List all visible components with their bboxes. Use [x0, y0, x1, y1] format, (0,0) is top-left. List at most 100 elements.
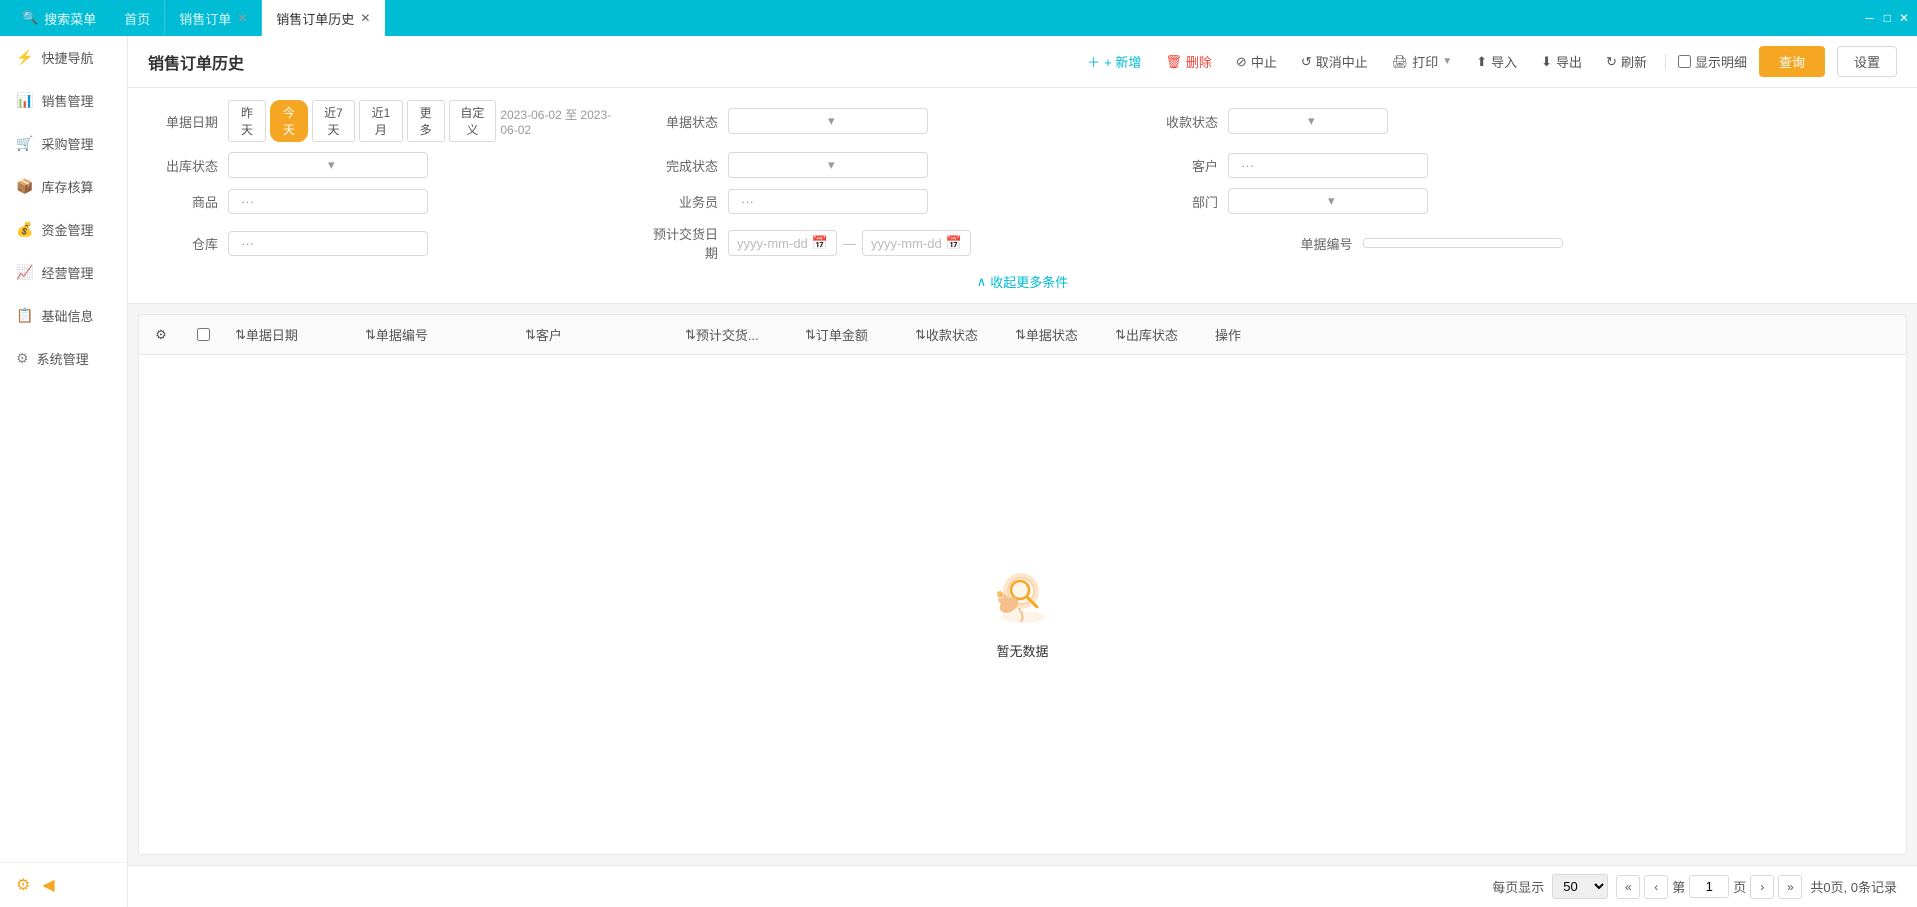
th-pay-status[interactable]: ⇅ 收款状态	[903, 325, 1003, 344]
sidebar-item-operations-label: 经营管理	[41, 263, 93, 282]
toolbar-separator	[1665, 54, 1666, 70]
add-button[interactable]: ＋ + 新增	[1081, 48, 1147, 75]
expected-date-to[interactable]: yyyy-mm-dd 📅	[862, 230, 971, 256]
expected-date-to-cal[interactable]: 📅	[946, 235, 962, 251]
close-sales-order-history-tab[interactable]: ✕	[360, 11, 370, 25]
search-menu[interactable]: 🔍 搜索菜单	[8, 0, 110, 36]
th-order-status[interactable]: ⇅ 单据状态	[1003, 325, 1103, 344]
sidebar-item-sales-mgmt[interactable]: 📊 销售管理	[0, 79, 127, 122]
sidebar-item-operations[interactable]: 📈 经营管理	[0, 251, 127, 294]
sidebar-item-finance-label: 资金管理	[41, 220, 93, 239]
date-btn-7days[interactable]: 近7天	[312, 100, 355, 142]
sidebar-item-purchase-mgmt[interactable]: 🛒 采购管理	[0, 122, 127, 165]
min-button[interactable]: －	[1864, 10, 1876, 27]
tab-home[interactable]: 首页	[110, 0, 165, 36]
goods-input[interactable]: ···	[228, 189, 428, 214]
sidebar-item-inventory[interactable]: 📦 库存核算	[0, 165, 127, 208]
customer-input[interactable]: ···	[1228, 153, 1428, 178]
print-button[interactable]: 🖨 打印 ▼	[1386, 48, 1458, 75]
page-size-select[interactable]: 50 10 20 100	[1552, 874, 1608, 899]
page-label-prefix: 第	[1672, 877, 1685, 896]
tab-sales-order-history[interactable]: 销售订单历史 ✕	[262, 0, 385, 36]
sidebar-item-finance[interactable]: 💰 资金管理	[0, 208, 127, 251]
add-label: + 新增	[1104, 52, 1141, 71]
query-button[interactable]: 查询	[1759, 46, 1825, 77]
sidebar-collapse-icon[interactable]: ◀	[42, 875, 54, 895]
salesperson-input[interactable]: ···	[728, 189, 928, 214]
display-details-check[interactable]: 显示明细	[1678, 52, 1747, 71]
filter-order-status-label: 单据状态	[648, 112, 728, 131]
search-menu-label: 搜索菜单	[44, 9, 96, 28]
goods-dots[interactable]: ···	[241, 194, 254, 209]
th-out-status[interactable]: ⇅ 出库状态	[1103, 325, 1203, 344]
filter-customer-label: 客户	[1148, 156, 1228, 175]
delete-button[interactable]: 🗑 删除	[1159, 48, 1218, 75]
out-status-select[interactable]: ▾	[228, 152, 428, 178]
import-label: 导入	[1491, 52, 1517, 71]
filter-out-status-label: 出库状态	[148, 156, 228, 175]
order-status-select[interactable]: ▾	[728, 108, 928, 134]
sort-icon-out-status: ⇅	[1115, 327, 1126, 343]
date-btn-today[interactable]: 今天	[270, 100, 308, 142]
filter-department-control: ▾	[1228, 188, 1897, 214]
sidebar-settings-icon[interactable]: ⚙	[16, 875, 30, 895]
order-no-input[interactable]	[1363, 238, 1563, 248]
sidebar-item-system[interactable]: ⚙ 系统管理	[0, 337, 127, 380]
th-date[interactable]: ⇅ 单据日期	[223, 325, 353, 344]
th-order[interactable]: ⇅ 单据编号	[353, 325, 513, 344]
next-page-button[interactable]: ›	[1750, 875, 1774, 899]
close-sales-order-tab[interactable]: ✕	[237, 11, 247, 25]
th-customer[interactable]: ⇅ 客户	[513, 325, 673, 344]
expected-date-from[interactable]: yyyy-mm-dd 📅	[728, 230, 837, 256]
warehouse-dots[interactable]: ···	[241, 236, 254, 251]
first-page-button[interactable]: «	[1616, 875, 1640, 899]
filter-warehouse-control: ···	[228, 231, 628, 256]
customer-dots[interactable]: ···	[1241, 158, 1254, 173]
max-button[interactable]: □	[1884, 11, 1891, 25]
expected-date-to-value: yyyy-mm-dd	[871, 236, 942, 251]
import-button[interactable]: ⬆ 导入	[1470, 48, 1523, 75]
department-select[interactable]: ▾	[1228, 188, 1428, 214]
empty-state: 暂无数据	[139, 355, 1906, 854]
close-button[interactable]: ✕	[1899, 11, 1909, 25]
display-details-checkbox[interactable]	[1678, 55, 1691, 68]
settings-button[interactable]: 设置	[1837, 46, 1897, 77]
print-dropdown-icon: ▼	[1442, 56, 1452, 67]
date-btn-yesterday[interactable]: 昨天	[228, 100, 266, 142]
stop-button[interactable]: ⊘ 中止	[1230, 48, 1283, 75]
date-buttons-group: 昨天 今天 近7天 近1月 更多 自定义	[228, 100, 496, 142]
th-delivery[interactable]: ⇅ 预计交货...	[673, 325, 793, 344]
expected-date-from-cal[interactable]: 📅	[812, 235, 828, 251]
select-all-checkbox[interactable]	[197, 328, 210, 341]
sidebar-item-quick-nav[interactable]: ⚡ 快捷导航	[0, 36, 127, 79]
settings-icon[interactable]: ⚙	[155, 327, 167, 343]
delete-icon: 🗑	[1165, 54, 1182, 70]
collapse-filter-row[interactable]: ∧ 收起更多条件	[148, 272, 1897, 291]
pay-status-select[interactable]: ▾	[1228, 108, 1388, 134]
sort-icon-amount: ⇅	[805, 327, 816, 343]
date-btn-1month[interactable]: 近1月	[359, 100, 402, 142]
filter-order-status-select[interactable]: ▾	[728, 108, 1128, 134]
filter-customer-control: ···	[1228, 153, 1897, 178]
page-number-input[interactable]	[1689, 875, 1729, 898]
sidebar-item-basic-info[interactable]: 📋 基础信息	[0, 294, 127, 337]
complete-status-select[interactable]: ▾	[728, 152, 928, 178]
cancel-stop-button[interactable]: ↺ 取消中止	[1295, 48, 1374, 75]
export-button[interactable]: ⬇ 导出	[1535, 48, 1588, 75]
th-amount[interactable]: ⇅ 订单金额	[793, 325, 903, 344]
warehouse-input[interactable]: ···	[228, 231, 428, 256]
date-btn-custom[interactable]: 自定义	[449, 100, 497, 142]
th-check[interactable]	[183, 328, 223, 341]
th-settings[interactable]: ⚙	[139, 327, 183, 343]
sort-icon-date: ⇅	[235, 327, 246, 343]
filter-area: 单据日期 昨天 今天 近7天 近1月 更多 自定义 2023-06-02 至 2…	[128, 88, 1917, 304]
prev-page-button[interactable]: ‹	[1644, 875, 1668, 899]
last-page-button[interactable]: »	[1778, 875, 1802, 899]
refresh-button[interactable]: ↻ 刷新	[1600, 48, 1653, 75]
expected-date-group: yyyy-mm-dd 📅 — yyyy-mm-dd 📅	[728, 230, 971, 256]
tab-sales-order[interactable]: 销售订单 ✕	[165, 0, 262, 36]
salesperson-dots[interactable]: ···	[741, 194, 754, 209]
date-btn-more[interactable]: 更多	[407, 100, 445, 142]
sidebar-item-basic-info-label: 基础信息	[41, 306, 93, 325]
date-divider: —	[843, 236, 856, 251]
